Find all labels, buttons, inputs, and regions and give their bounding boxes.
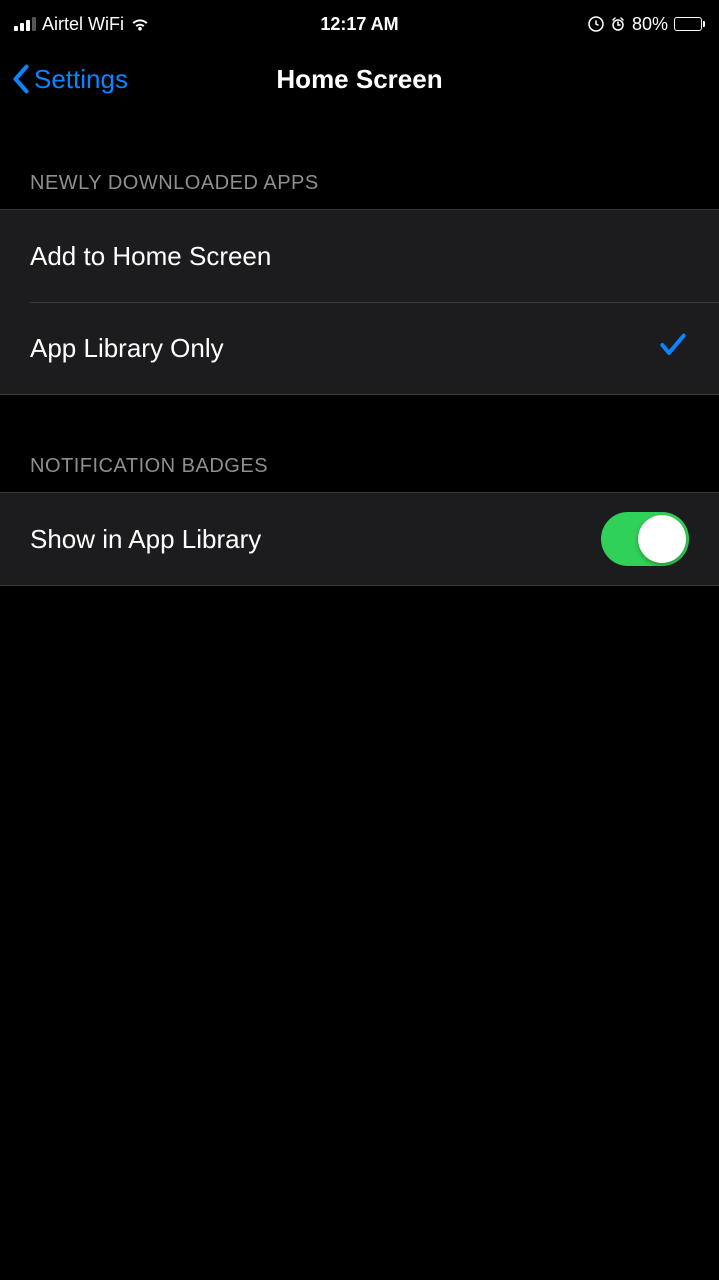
row-show-in-app-library: Show in App Library — [0, 493, 719, 585]
option-app-library-only[interactable]: App Library Only — [0, 302, 719, 394]
checkmark-icon — [657, 329, 689, 368]
status-left: Airtel WiFi — [14, 14, 150, 35]
status-right: 80% — [588, 14, 705, 35]
content-area: NEWLY DOWNLOADED APPS Add to Home Screen… — [0, 114, 719, 586]
section-header-notification-badges: NOTIFICATION BADGES — [0, 395, 719, 492]
signal-strength-icon — [14, 17, 36, 31]
section-header-newly-downloaded: NEWLY DOWNLOADED APPS — [0, 120, 719, 209]
cell-group-notification-badges: Show in App Library — [0, 492, 719, 586]
battery-percent: 80% — [632, 14, 668, 35]
cell-group-newly-downloaded: Add to Home Screen App Library Only — [0, 209, 719, 395]
cell-label: Add to Home Screen — [30, 241, 271, 272]
alarm-icon — [610, 16, 626, 32]
chevron-left-icon — [12, 64, 30, 94]
page-title: Home Screen — [276, 64, 442, 95]
battery-icon — [674, 17, 705, 31]
back-button[interactable]: Settings — [12, 64, 128, 95]
status-bar: Airtel WiFi 12:17 AM 80% — [0, 0, 719, 44]
cell-label: App Library Only — [30, 333, 224, 364]
cell-label: Show in App Library — [30, 524, 261, 555]
carrier-label: Airtel WiFi — [42, 14, 124, 35]
back-label: Settings — [34, 64, 128, 95]
wifi-icon — [130, 17, 150, 32]
status-time: 12:17 AM — [320, 14, 398, 35]
navigation-bar: Settings Home Screen — [0, 44, 719, 114]
toggle-show-in-app-library[interactable] — [601, 512, 689, 566]
toggle-knob — [638, 515, 686, 563]
rotation-lock-icon — [588, 16, 604, 32]
option-add-to-home-screen[interactable]: Add to Home Screen — [0, 210, 719, 302]
